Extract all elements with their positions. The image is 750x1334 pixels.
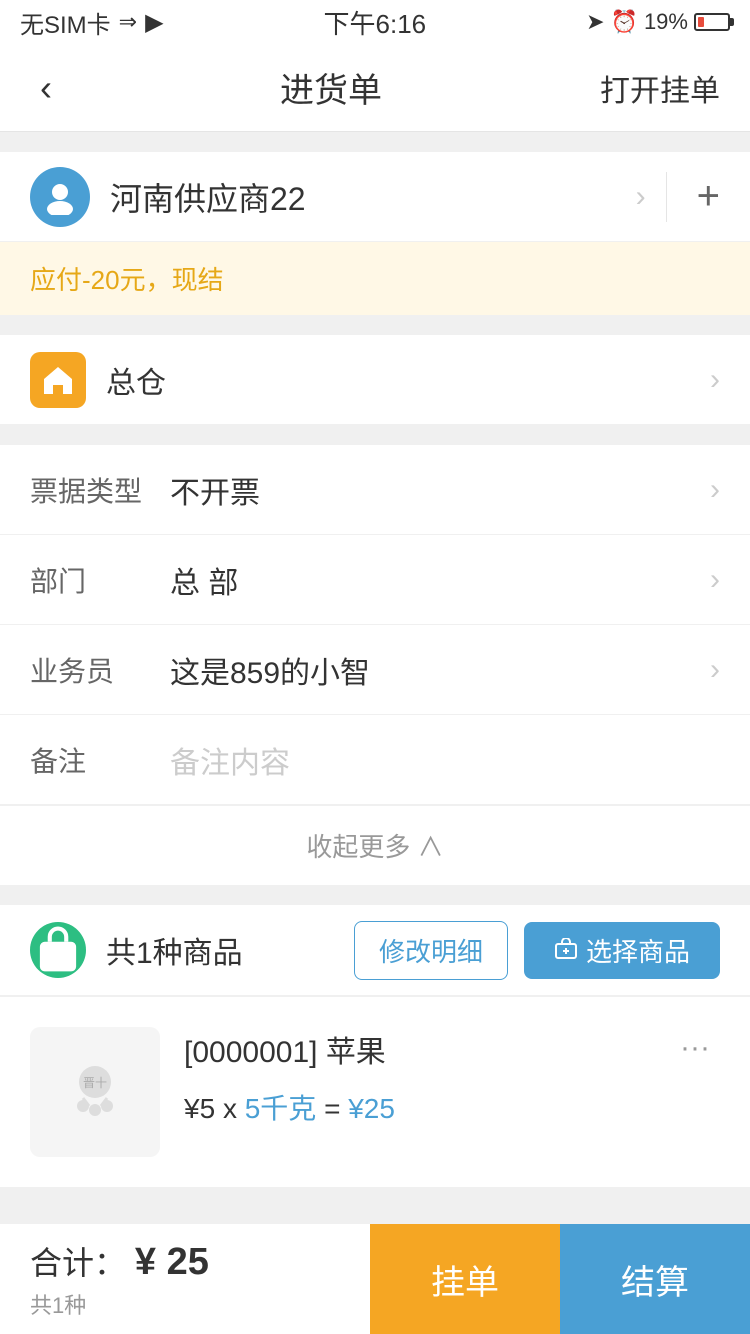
total-label: 合计：	[30, 1245, 126, 1281]
collapse-button[interactable]: 收起更多 ∧	[0, 805, 750, 885]
warehouse-section: 总仓 ›	[0, 335, 750, 425]
checkout-button[interactable]: 结算	[560, 1224, 750, 1334]
product-item: 晋十 [0000001] 苹果 ¥5 x 5千克 = ¥25 ···	[0, 997, 750, 1187]
open-pending-button[interactable]: 打开挂单	[600, 66, 720, 110]
section-gap-4	[0, 885, 750, 905]
total-count: 共1种	[30, 1288, 340, 1320]
supplier-name: 河南供应商22	[110, 174, 636, 220]
battery-label: 19%	[644, 9, 688, 35]
quantity: 5千克	[245, 1093, 317, 1124]
invoice-type-label: 票据类型	[30, 470, 170, 510]
add-supplier-button[interactable]: +	[697, 174, 720, 219]
status-right: ➤ ⏰ 19%	[586, 9, 730, 35]
invoice-type-row[interactable]: 票据类型 不开票 ›	[0, 445, 750, 535]
supplier-chevron-icon: ›	[636, 180, 646, 214]
invoice-type-value: 不开票	[170, 468, 710, 512]
section-gap-1	[0, 132, 750, 152]
bottom-bar: 合计： ¥ 25 共1种 挂单 结算	[0, 1224, 750, 1334]
remark-label: 备注	[30, 740, 170, 780]
select-product-label: 选择商品	[586, 932, 690, 969]
total-section: 合计： ¥ 25 共1种	[0, 1238, 370, 1320]
product-icon	[30, 922, 86, 978]
unit-price: ¥5	[184, 1093, 215, 1124]
product-count-label: 共1种商品	[106, 928, 354, 972]
edit-detail-button[interactable]: 修改明细	[354, 921, 508, 980]
time-label: 下午6:16	[324, 4, 427, 41]
product-header: 共1种商品 修改明细 选择商品	[0, 905, 750, 995]
multiply-sign: x	[223, 1093, 245, 1124]
product-price: ¥5 x 5千克 = ¥25	[184, 1087, 646, 1127]
wifi-label: ▶︎	[145, 8, 163, 37]
product-info: [0000001] 苹果 ¥5 x 5千克 = ¥25	[184, 1027, 646, 1127]
equals-sign: =	[324, 1093, 348, 1124]
form-section: 票据类型 不开票 › 部门 总 部 › 业务员 这是859的小智 › 备注 备注…	[0, 445, 750, 885]
warehouse-row[interactable]: 总仓 ›	[0, 335, 750, 425]
invoice-type-chevron-icon: ›	[710, 473, 720, 507]
salesperson-label: 业务员	[30, 650, 170, 690]
section-gap-2	[0, 315, 750, 335]
product-thumbnail: 晋十	[30, 1027, 160, 1157]
product-code: [0000001]	[184, 1036, 317, 1069]
department-label: 部门	[30, 560, 170, 600]
department-value: 总 部	[170, 558, 710, 602]
line-total: ¥25	[348, 1093, 395, 1124]
product-name: [0000001] 苹果	[184, 1027, 646, 1071]
salesperson-value: 这是859的小智	[170, 648, 710, 692]
home-icon	[41, 363, 75, 397]
person-icon	[42, 179, 78, 215]
status-bar: 无SIM卡 ⇒ ▶︎ 下午6:16 ➤ ⏰ 19%	[0, 0, 750, 44]
carrier-label: 无SIM卡	[20, 5, 111, 40]
wifi-icon: ⇒	[119, 9, 137, 35]
warehouse-chevron-icon: ›	[710, 363, 720, 397]
supplier-section: 河南供应商22 › + 应付-20元，现结	[0, 152, 750, 315]
product-section: 共1种商品 修改明细 选择商品	[0, 905, 750, 995]
product-more-button[interactable]: ···	[670, 1027, 720, 1069]
cart-icon	[554, 938, 578, 962]
section-gap-3	[0, 425, 750, 445]
total-value: ¥ 25	[135, 1241, 209, 1283]
product-name-text: 苹果	[326, 1036, 386, 1069]
divider	[666, 172, 667, 222]
hang-order-button[interactable]: 挂单	[370, 1224, 560, 1334]
salesperson-chevron-icon: ›	[710, 653, 720, 687]
product-placeholder-icon: 晋十	[55, 1052, 135, 1132]
nav-bar: ‹ 进货单 打开挂单	[0, 44, 750, 132]
bag-icon	[30, 922, 86, 978]
department-chevron-icon: ›	[710, 563, 720, 597]
status-left: 无SIM卡 ⇒ ▶︎	[20, 5, 164, 40]
supplier-avatar	[30, 167, 90, 227]
remark-row[interactable]: 备注 备注内容	[0, 715, 750, 805]
warehouse-icon	[30, 352, 86, 408]
battery-icon	[694, 13, 730, 31]
supplier-row[interactable]: 河南供应商22 › +	[0, 152, 750, 242]
total-amount: 合计： ¥ 25	[30, 1238, 340, 1284]
salesperson-row[interactable]: 业务员 这是859的小智 ›	[0, 625, 750, 715]
notice-bar: 应付-20元，现结	[0, 242, 750, 315]
svg-text:晋十: 晋十	[83, 1076, 107, 1090]
page-title: 进货单	[280, 63, 382, 112]
location-icon: ➤	[586, 9, 604, 35]
back-button[interactable]: ‹	[30, 57, 62, 119]
department-row[interactable]: 部门 总 部 ›	[0, 535, 750, 625]
remark-input[interactable]: 备注内容	[170, 738, 720, 782]
warehouse-label: 总仓	[106, 358, 710, 402]
select-product-button[interactable]: 选择商品	[524, 922, 720, 979]
alarm-icon: ⏰	[611, 9, 638, 35]
